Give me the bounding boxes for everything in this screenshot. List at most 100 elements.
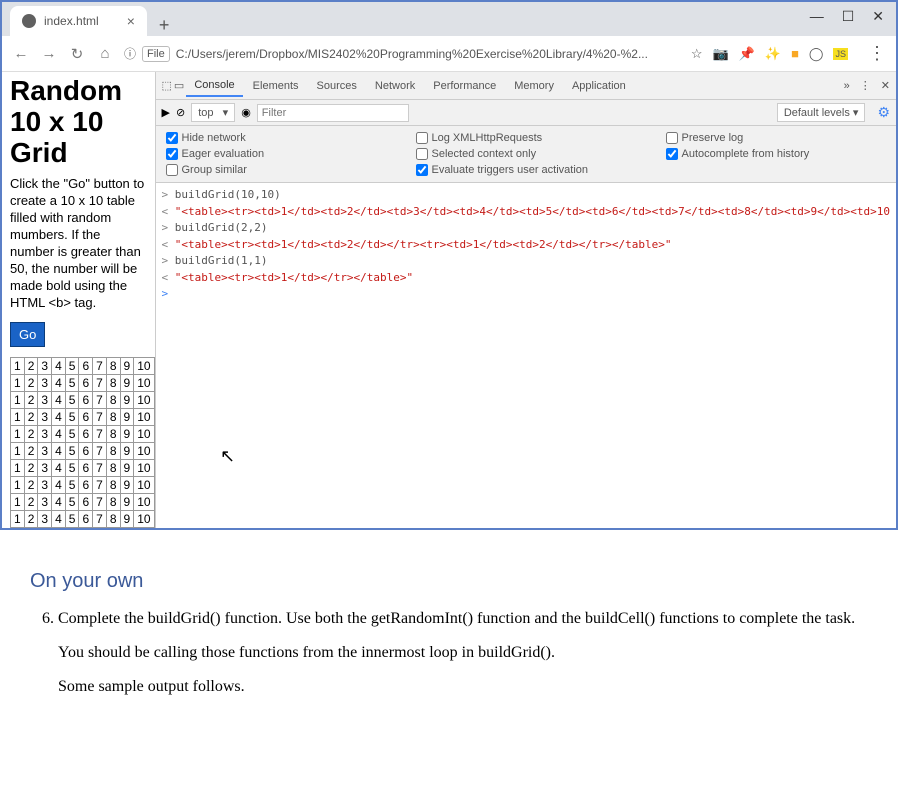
- tab-close-icon[interactable]: ×: [127, 13, 135, 29]
- option-checkbox[interactable]: [666, 148, 678, 160]
- console-option[interactable]: Evaluate triggers user activation: [416, 164, 636, 176]
- console-play-icon[interactable]: ▶: [162, 106, 170, 119]
- console-output[interactable]: > buildGrid(10,10) < "<table><tr><td>1</…: [156, 183, 897, 528]
- table-cell: 7: [93, 493, 107, 510]
- eye-icon[interactable]: ◉: [241, 106, 251, 119]
- log-levels-selector[interactable]: Default levels ▾: [777, 103, 866, 122]
- tab-console[interactable]: Console: [186, 75, 242, 97]
- ext-icon-2[interactable]: 📌: [739, 46, 755, 62]
- table-cell: 10: [134, 374, 154, 391]
- page-heading: Random 10 x 10 Grid: [10, 76, 147, 168]
- ext-icon-6[interactable]: JS: [833, 48, 848, 60]
- home-button[interactable]: ⌂: [96, 45, 114, 62]
- inspect-icon[interactable]: ⬚: [162, 79, 172, 92]
- table-cell: 7: [93, 476, 107, 493]
- ext-icon-5[interactable]: ◯: [809, 46, 824, 62]
- option-checkbox[interactable]: [416, 164, 428, 176]
- table-row: 12345678910: [11, 442, 155, 459]
- table-cell: 10: [134, 357, 154, 374]
- table-cell: 5: [65, 442, 79, 459]
- table-cell: 8: [106, 408, 120, 425]
- table-cell: 4: [52, 459, 66, 476]
- ext-icon-1[interactable]: 📷: [713, 46, 729, 62]
- table-cell: 4: [52, 442, 66, 459]
- close-button[interactable]: ✕: [872, 8, 884, 25]
- table-cell: 8: [106, 442, 120, 459]
- new-tab-button[interactable]: +: [147, 15, 182, 36]
- table-cell: 7: [93, 408, 107, 425]
- reload-button[interactable]: ↻: [68, 45, 86, 63]
- option-checkbox[interactable]: [166, 132, 178, 144]
- option-checkbox[interactable]: [416, 148, 428, 160]
- context-selector[interactable]: top ▾: [191, 103, 235, 122]
- console-option[interactable]: Group similar: [166, 164, 386, 176]
- table-cell: 1: [11, 391, 25, 408]
- minimize-button[interactable]: —: [810, 8, 824, 25]
- back-button[interactable]: ←: [12, 45, 30, 62]
- table-cell: 10: [134, 510, 154, 527]
- table-cell: 3: [38, 510, 52, 527]
- settings-gear-icon[interactable]: ⚙: [877, 104, 890, 121]
- option-label: Log XMLHttpRequests: [432, 132, 543, 144]
- console-option[interactable]: Autocomplete from history: [666, 148, 886, 160]
- tab-network[interactable]: Network: [367, 76, 423, 96]
- maximize-button[interactable]: ☐: [842, 8, 855, 25]
- browser-tab[interactable]: index.html ×: [10, 6, 147, 36]
- tab-memory[interactable]: Memory: [506, 76, 562, 96]
- table-cell: 2: [24, 510, 38, 527]
- star-icon[interactable]: ☆: [691, 46, 703, 62]
- table-cell: 5: [65, 510, 79, 527]
- table-cell: 8: [106, 476, 120, 493]
- table-cell: 8: [106, 493, 120, 510]
- option-label: Preserve log: [682, 132, 744, 144]
- table-cell: 9: [120, 374, 134, 391]
- console-option[interactable]: Eager evaluation: [166, 148, 386, 160]
- table-cell: 9: [120, 425, 134, 442]
- tab-application[interactable]: Application: [564, 76, 634, 96]
- table-cell: 10: [134, 425, 154, 442]
- table-cell: 7: [93, 510, 107, 527]
- table-cell: 5: [65, 391, 79, 408]
- tab-performance[interactable]: Performance: [425, 76, 504, 96]
- ext-icon-3[interactable]: ✨: [765, 46, 781, 62]
- devtools-panel: ⬚ ▭ Console Elements Sources Network Per…: [155, 72, 897, 528]
- option-checkbox[interactable]: [166, 164, 178, 176]
- table-cell: 3: [38, 374, 52, 391]
- table-cell: 4: [52, 493, 66, 510]
- page-description: Click the "Go" button to create a 10 x 1…: [10, 176, 147, 311]
- url-display[interactable]: ⓘ File C:/Users/jerem/Dropbox/MIS2402%20…: [124, 45, 648, 62]
- device-icon[interactable]: ▭: [174, 79, 184, 92]
- option-checkbox[interactable]: [166, 148, 178, 160]
- grid-output-table: 1234567891012345678910123456789101234567…: [10, 357, 155, 528]
- devtools-close-icon[interactable]: ✕: [881, 79, 890, 92]
- devtools-tabs: ⬚ ▭ Console Elements Sources Network Per…: [156, 72, 897, 100]
- forward-button[interactable]: →: [40, 45, 58, 62]
- go-button[interactable]: Go: [10, 322, 45, 347]
- devtools-more-icon[interactable]: »: [844, 80, 850, 92]
- tab-sources[interactable]: Sources: [309, 76, 365, 96]
- table-cell: 1: [11, 442, 25, 459]
- console-option[interactable]: Preserve log: [666, 132, 886, 144]
- ext-icon-4[interactable]: ■: [791, 46, 799, 61]
- console-option[interactable]: Log XMLHttpRequests: [416, 132, 636, 144]
- table-cell: 9: [120, 459, 134, 476]
- option-checkbox[interactable]: [416, 132, 428, 144]
- table-cell: 10: [134, 459, 154, 476]
- browser-menu-button[interactable]: ⋮: [868, 43, 886, 64]
- table-cell: 3: [38, 408, 52, 425]
- info-icon[interactable]: ⓘ: [124, 45, 136, 62]
- table-row: 12345678910: [11, 391, 155, 408]
- table-cell: 1: [11, 408, 25, 425]
- console-option[interactable]: Selected context only: [416, 148, 636, 160]
- table-cell: 2: [24, 425, 38, 442]
- tab-elements[interactable]: Elements: [245, 76, 307, 96]
- devtools-menu-icon[interactable]: ⋮: [860, 79, 871, 92]
- table-cell: 3: [38, 493, 52, 510]
- table-cell: 5: [65, 459, 79, 476]
- option-checkbox[interactable]: [666, 132, 678, 144]
- filter-input[interactable]: [257, 104, 409, 122]
- table-row: 12345678910: [11, 476, 155, 493]
- table-cell: 8: [106, 391, 120, 408]
- console-option[interactable]: Hide network: [166, 132, 386, 144]
- console-clear-icon[interactable]: ⊘: [176, 106, 185, 119]
